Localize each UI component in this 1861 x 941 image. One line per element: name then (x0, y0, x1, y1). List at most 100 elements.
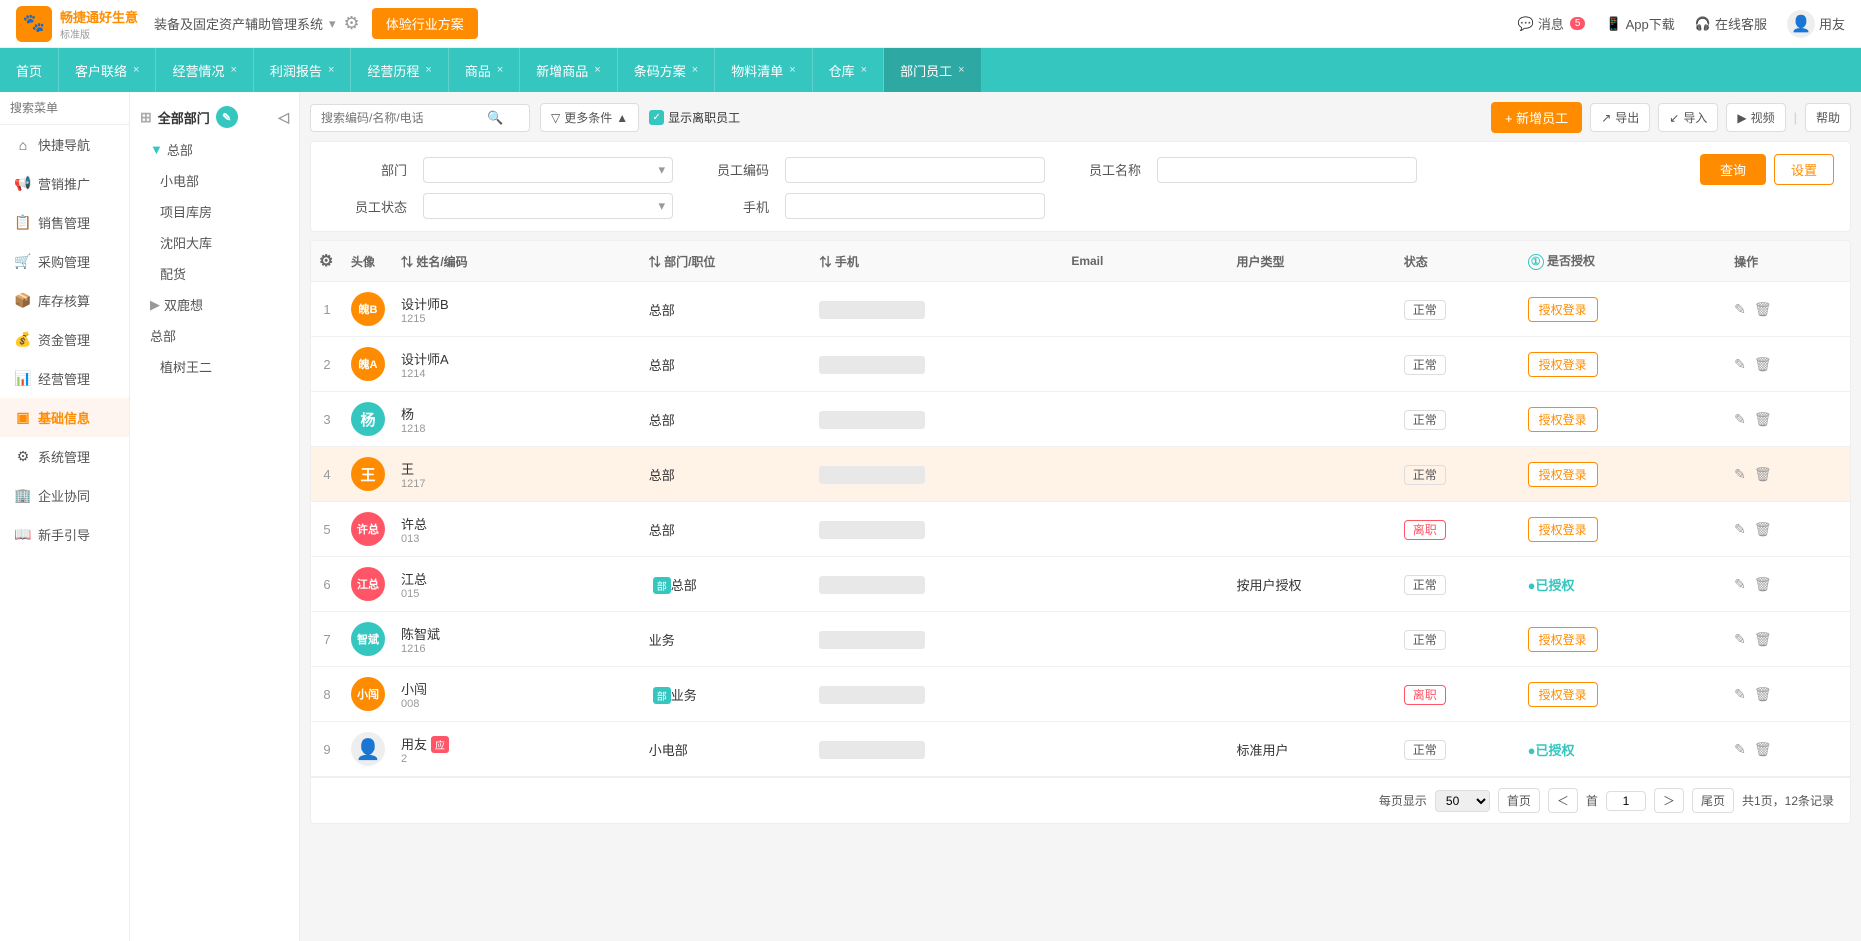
dept-item-distribution[interactable]: 配货 (130, 258, 299, 289)
tab-close-bom[interactable]: × (789, 64, 795, 76)
col-name-header[interactable]: ⇅ 姓名/编码 (393, 241, 641, 282)
online-service-item[interactable]: 🎧 在线客服 (1695, 14, 1767, 33)
sidebar-item-quick-nav[interactable]: ⌂ 快捷导航 (0, 125, 129, 164)
edit-icon[interactable]: ✎ (1734, 686, 1746, 703)
filter-more-btn[interactable]: ▽ 更多条件 ▲ (540, 103, 639, 132)
help-btn[interactable]: 帮助 (1805, 103, 1851, 132)
edit-icon[interactable]: ✎ (1734, 631, 1746, 648)
delete-icon[interactable]: 🗑 (1754, 466, 1772, 483)
delete-icon[interactable]: 🗑 (1754, 411, 1772, 428)
edit-icon[interactable]: ✎ (1734, 466, 1746, 483)
page-number-input[interactable] (1606, 791, 1646, 811)
dept-item-headquarter-expand[interactable]: ▼ 总部 (130, 134, 299, 165)
query-btn[interactable]: 查询 (1700, 154, 1766, 185)
auth-btn[interactable]: 授权登录 (1528, 517, 1598, 542)
sidebar-item-purchase[interactable]: 🛒 采购管理 (0, 242, 129, 281)
tab-employees[interactable]: 部门员工 × (884, 48, 981, 92)
delete-icon[interactable]: 🗑 (1754, 521, 1772, 538)
dept-item-small-electronics[interactable]: 小电部 (130, 165, 299, 196)
tab-close-barcode[interactable]: × (692, 64, 698, 76)
settings-icon[interactable]: ⚙ (344, 13, 360, 34)
auth-btn[interactable]: 授权登录 (1528, 627, 1598, 652)
show-resigned-check[interactable]: ✓ 显示离职员工 (649, 109, 740, 126)
edit-icon[interactable]: ✎ (1734, 741, 1746, 758)
tab-bom[interactable]: 物料清单 × (715, 48, 812, 92)
edit-icon[interactable]: ✎ (1734, 411, 1746, 428)
edit-icon[interactable]: ✎ (1734, 356, 1746, 373)
tab-close-goods[interactable]: × (497, 64, 503, 76)
tab-close-addgoods[interactable]: × (594, 64, 600, 76)
auth-btn[interactable]: 授权登录 (1528, 407, 1598, 432)
tab-close-history[interactable]: × (425, 64, 431, 76)
view-btn[interactable]: ▶ 视频 (1726, 103, 1785, 132)
import-btn[interactable]: ↙ 导入 (1658, 103, 1718, 132)
dept-item-zhushu[interactable]: 植树王二 (130, 351, 299, 382)
tab-goods[interactable]: 商品 × (449, 48, 520, 92)
prev-page-btn[interactable]: ＜ (1548, 788, 1578, 813)
tab-profit[interactable]: 利润报告 × (254, 48, 351, 92)
auth-btn[interactable]: 授权登录 (1528, 682, 1598, 707)
dept-item-shenyang[interactable]: 沈阳大库 (130, 227, 299, 258)
tab-close-operations[interactable]: × (230, 64, 236, 76)
sidebar-item-operations[interactable]: 📊 经营管理 (0, 359, 129, 398)
delete-icon[interactable]: 🗑 (1754, 576, 1772, 593)
edit-icon[interactable]: ✎ (1734, 521, 1746, 538)
tab-barcode[interactable]: 条码方案 × (618, 48, 715, 92)
user-item[interactable]: 👤 用友 (1787, 10, 1845, 38)
delete-icon[interactable]: 🗑 (1754, 356, 1772, 373)
tab-add-goods[interactable]: 新增商品 × (520, 48, 617, 92)
dept-edit-btn[interactable]: ✎ (216, 106, 238, 128)
next-page-btn[interactable]: ＞ (1654, 788, 1684, 813)
tab-close-employees[interactable]: × (958, 64, 964, 76)
dept-item-project-warehouse[interactable]: 项目库房 (130, 196, 299, 227)
tab-close-customer[interactable]: × (133, 64, 139, 76)
col-settings-icon[interactable]: ⚙ (319, 253, 333, 270)
dept-item-headquarter2[interactable]: 总部 (130, 320, 299, 351)
system-dropdown-icon[interactable]: ▾ (329, 16, 336, 32)
auth-btn[interactable]: 授权登录 (1528, 352, 1598, 377)
auth-btn[interactable]: 授权登录 (1528, 297, 1598, 322)
app-download-item[interactable]: 📱 App下载 (1605, 14, 1674, 33)
tab-customer[interactable]: 客户联络 × (59, 48, 156, 92)
add-employee-btn[interactable]: + 新增员工 (1491, 102, 1582, 133)
export-btn[interactable]: ↗ 导出 (1590, 103, 1650, 132)
sidebar-item-system[interactable]: ⚙ 系统管理 (0, 437, 129, 476)
edit-icon[interactable]: ✎ (1734, 576, 1746, 593)
first-page-btn[interactable]: 首页 (1498, 788, 1540, 813)
sidebar-item-finance[interactable]: 💰 资金管理 (0, 320, 129, 359)
sidebar-item-basic-info[interactable]: ▣ 基础信息 (0, 398, 129, 437)
emp-status-select[interactable] (423, 193, 673, 219)
tab-close-profit[interactable]: × (328, 64, 334, 76)
sidebar-item-marketing[interactable]: 📢 营销推广 (0, 164, 129, 203)
per-page-select[interactable]: 50 100 (1435, 790, 1490, 812)
tab-home[interactable]: 首页 (0, 48, 59, 92)
tab-close-warehouse[interactable]: × (861, 64, 867, 76)
edit-icon[interactable]: ✎ (1734, 301, 1746, 318)
sidebar-item-sales[interactable]: 📋 销售管理 (0, 203, 129, 242)
set-btn[interactable]: 设置 (1774, 154, 1834, 185)
search-input[interactable] (321, 111, 481, 125)
sidebar-item-inventory[interactable]: 📦 库存核算 (0, 281, 129, 320)
sidebar-item-enterprise[interactable]: 🏢 企业协同 (0, 476, 129, 515)
delete-icon[interactable]: 🗑 (1754, 301, 1772, 318)
delete-icon[interactable]: 🗑 (1754, 741, 1772, 758)
tab-history[interactable]: 经营历程 × (351, 48, 448, 92)
dept-item-shuanglu[interactable]: ▶ 双鹿想 (130, 289, 299, 320)
emp-name-input[interactable] (1157, 157, 1417, 183)
last-page-btn[interactable]: 尾页 (1692, 788, 1734, 813)
dept-select[interactable] (423, 157, 673, 183)
tab-operations[interactable]: 经营情况 × (156, 48, 253, 92)
col-phone-header[interactable]: ⇅ 手机 (811, 241, 1063, 282)
tab-warehouse[interactable]: 仓库 × (813, 48, 884, 92)
message-item[interactable]: 💬 消息 5 (1518, 14, 1586, 33)
auth-btn[interactable]: 授权登录 (1528, 462, 1598, 487)
delete-icon[interactable]: 🗑 (1754, 686, 1772, 703)
dept-collapse-btn[interactable]: ◁ (278, 109, 289, 126)
sidebar-item-guide[interactable]: 📖 新手引导 (0, 515, 129, 554)
sidebar-search-input[interactable] (10, 101, 130, 115)
try-button[interactable]: 体验行业方案 (372, 8, 478, 39)
delete-icon[interactable]: 🗑 (1754, 631, 1772, 648)
phone-input[interactable] (785, 193, 1045, 219)
emp-code-input[interactable] (785, 157, 1045, 183)
col-dept-header[interactable]: ⇅ 部门/职位 (641, 241, 812, 282)
